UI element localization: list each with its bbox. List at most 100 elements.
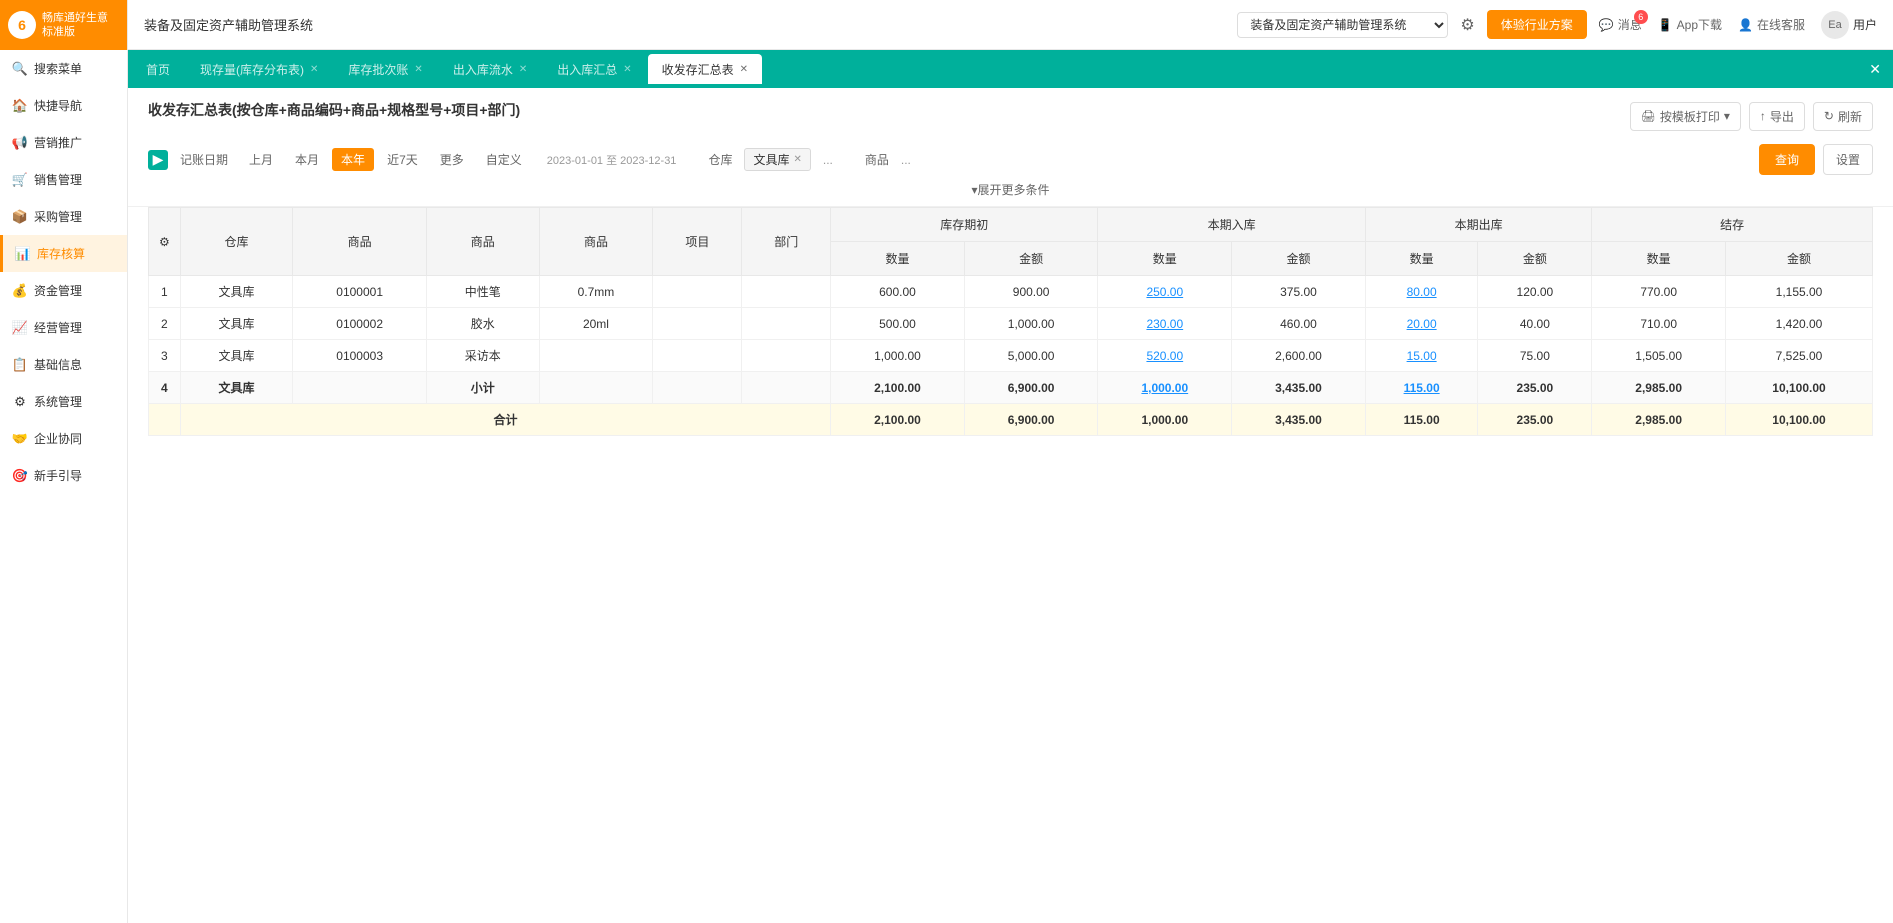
- sidebar-item-purchase[interactable]: 📦 采购管理: [0, 198, 127, 235]
- filter-expand-btn[interactable]: ▶: [148, 150, 168, 170]
- row-out-amt: 120.00: [1478, 276, 1592, 308]
- date-btn-custom[interactable]: 自定义: [477, 148, 531, 171]
- sidebar-item-basic-info[interactable]: 📋 基础信息: [0, 346, 127, 383]
- footer-open-qty: 2,100.00: [831, 404, 965, 436]
- messages-badge: 6: [1634, 10, 1648, 24]
- row-out-qty[interactable]: 80.00: [1365, 276, 1478, 308]
- sidebar-item-guide[interactable]: 🎯 新手引导: [0, 457, 127, 494]
- row-warehouse: 文具库: [180, 372, 293, 404]
- setting-button[interactable]: 设置: [1823, 144, 1873, 175]
- online-service-btn[interactable]: 👤 在线客服: [1738, 16, 1805, 33]
- row-code: 0100001: [293, 276, 427, 308]
- sidebar-item-business[interactable]: 📈 经营管理: [0, 309, 127, 346]
- row-name: 小计: [426, 372, 539, 404]
- sidebar-item-quick-nav[interactable]: 🏠 快捷导航: [0, 87, 127, 124]
- sidebar-item-finance[interactable]: 💰 资金管理: [0, 272, 127, 309]
- date-btn-this-year[interactable]: 本年: [332, 148, 374, 171]
- col-out-amt-header: 金额: [1478, 242, 1592, 276]
- sidebar-item-inventory[interactable]: 📊 库存核算: [0, 235, 127, 272]
- row-in-amt: 375.00: [1232, 276, 1366, 308]
- filter-row-1: ▶ 记账日期 上月 本月 本年 近7天 更多 自定义 2023-01-01 至 …: [148, 144, 1873, 175]
- query-button[interactable]: 查询: [1759, 144, 1815, 175]
- row-bal-amt: 1,420.00: [1726, 308, 1873, 340]
- sidebar-item-marketing[interactable]: 📢 营销推广: [0, 124, 127, 161]
- date-btn-more[interactable]: 更多: [431, 148, 473, 171]
- row-open-amt: 5,000.00: [964, 340, 1098, 372]
- row-spec: 0.7mm: [539, 276, 653, 308]
- row-spec: 20ml: [539, 308, 653, 340]
- table-row: 1文具库0100001中性笔0.7mm600.00900.00250.00375…: [149, 276, 1873, 308]
- sidebar-item-system[interactable]: ⚙ 系统管理: [0, 383, 127, 420]
- tab-close-inventory-dist[interactable]: ✕: [310, 64, 318, 75]
- footer-in-amt: 3,435.00: [1232, 404, 1366, 436]
- tab-in-out-flow[interactable]: 出入库流水 ✕: [439, 54, 541, 84]
- data-table: ⚙ 仓库 商品 商品 商品 项目 部门 库存期初 本期入库 本期出库 结存: [148, 207, 1873, 436]
- tab-receive-send-summary[interactable]: 收发存汇总表 ✕: [648, 54, 762, 84]
- sidebar-item-sales[interactable]: 🛒 销售管理: [0, 161, 127, 198]
- expand-conditions-row[interactable]: ▾ 展开更多条件: [148, 181, 1873, 198]
- app-logo: 6 畅库通好生意 标准版: [0, 0, 127, 50]
- row-open-amt: 900.00: [964, 276, 1098, 308]
- settings-icon[interactable]: ⚙: [1460, 15, 1474, 35]
- sidebar-item-search[interactable]: 🔍 搜索菜单: [0, 50, 127, 87]
- tab-home[interactable]: 首页: [132, 54, 184, 84]
- app-download-btn[interactable]: 📱 App下载: [1658, 16, 1722, 33]
- row-bal-qty: 2,985.00: [1592, 372, 1726, 404]
- warehouse-more[interactable]: ...: [823, 153, 833, 167]
- row-in-amt: 2,600.00: [1232, 340, 1366, 372]
- row-code: 0100003: [293, 340, 427, 372]
- topbar-right: 💬 消息 6 📱 App下载 👤 在线客服 Ea 用户: [1599, 11, 1877, 39]
- col-out-qty-header: 数量: [1365, 242, 1478, 276]
- date-btn-last-month[interactable]: 上月: [240, 148, 282, 171]
- tab-in-out-summary[interactable]: 出入库汇总 ✕: [543, 54, 645, 84]
- row-open-amt: 6,900.00: [964, 372, 1098, 404]
- row-out-amt: 75.00: [1478, 340, 1592, 372]
- chevron-down-icon: ▾: [1724, 109, 1730, 123]
- row-project: [653, 340, 742, 372]
- table-row: 2文具库0100002胶水20ml500.001,000.00230.00460…: [149, 308, 1873, 340]
- trial-button[interactable]: 体验行业方案: [1487, 10, 1587, 39]
- col-open-amt-header: 金额: [964, 242, 1098, 276]
- footer-label: 合计: [180, 404, 830, 436]
- row-dept: [742, 308, 831, 340]
- row-in-qty[interactable]: 520.00: [1098, 340, 1232, 372]
- system-title: 装备及固定资产辅助管理系统: [144, 15, 1225, 34]
- date-range-text: 2023-01-01 至 2023-12-31: [547, 152, 677, 168]
- date-options: 上月 本月 本年 近7天 更多 自定义: [240, 148, 531, 171]
- tab-close-receive-send-summary[interactable]: ✕: [740, 64, 748, 75]
- row-out-qty[interactable]: 20.00: [1365, 308, 1478, 340]
- refresh-button[interactable]: ↻ 刷新: [1813, 102, 1873, 131]
- system-select[interactable]: 装备及固定资产辅助管理系统: [1237, 12, 1448, 38]
- logo-text: 畅库通好生意 标准版: [42, 11, 108, 40]
- warehouse-tag: 文具库 ✕: [744, 148, 810, 171]
- row-in-qty[interactable]: 1,000.00: [1098, 372, 1232, 404]
- refresh-icon: ↻: [1824, 109, 1834, 123]
- row-in-qty[interactable]: 250.00: [1098, 276, 1232, 308]
- sidebar-item-enterprise[interactable]: 🤝 企业协同: [0, 420, 127, 457]
- row-name: 采访本: [426, 340, 539, 372]
- row-in-qty[interactable]: 230.00: [1098, 308, 1232, 340]
- col-settings-header[interactable]: ⚙: [149, 208, 181, 276]
- row-out-qty[interactable]: 15.00: [1365, 340, 1478, 372]
- date-btn-7days[interactable]: 近7天: [378, 148, 427, 171]
- tab-close-in-out-summary[interactable]: ✕: [623, 64, 631, 75]
- messages-btn[interactable]: 💬 消息 6: [1599, 16, 1642, 33]
- export-button[interactable]: ↑ 导出: [1749, 102, 1805, 131]
- goods-more[interactable]: ...: [901, 153, 911, 167]
- col-group-bal-header: 结存: [1592, 208, 1873, 242]
- col-bal-qty-header: 数量: [1592, 242, 1726, 276]
- tab-batch-ledger[interactable]: 库存批次账 ✕: [334, 54, 436, 84]
- logo-icon: 6: [8, 11, 36, 39]
- row-out-qty[interactable]: 115.00: [1365, 372, 1478, 404]
- date-btn-this-month[interactable]: 本月: [286, 148, 328, 171]
- close-all-tabs[interactable]: ✕: [1861, 61, 1889, 78]
- tab-close-batch-ledger[interactable]: ✕: [414, 64, 422, 75]
- col-code-header: 商品: [293, 208, 427, 276]
- warehouse-tag-close[interactable]: ✕: [793, 154, 801, 165]
- service-icon: 👤: [1738, 18, 1753, 32]
- footer-open-amt: 6,900.00: [964, 404, 1098, 436]
- print-button[interactable]: 🖨 按模板打印 ▾: [1630, 102, 1741, 131]
- user-menu[interactable]: Ea 用户: [1821, 11, 1877, 39]
- tab-close-in-out-flow[interactable]: ✕: [519, 64, 527, 75]
- tab-inventory-dist[interactable]: 现存量(库存分布表) ✕: [186, 54, 332, 84]
